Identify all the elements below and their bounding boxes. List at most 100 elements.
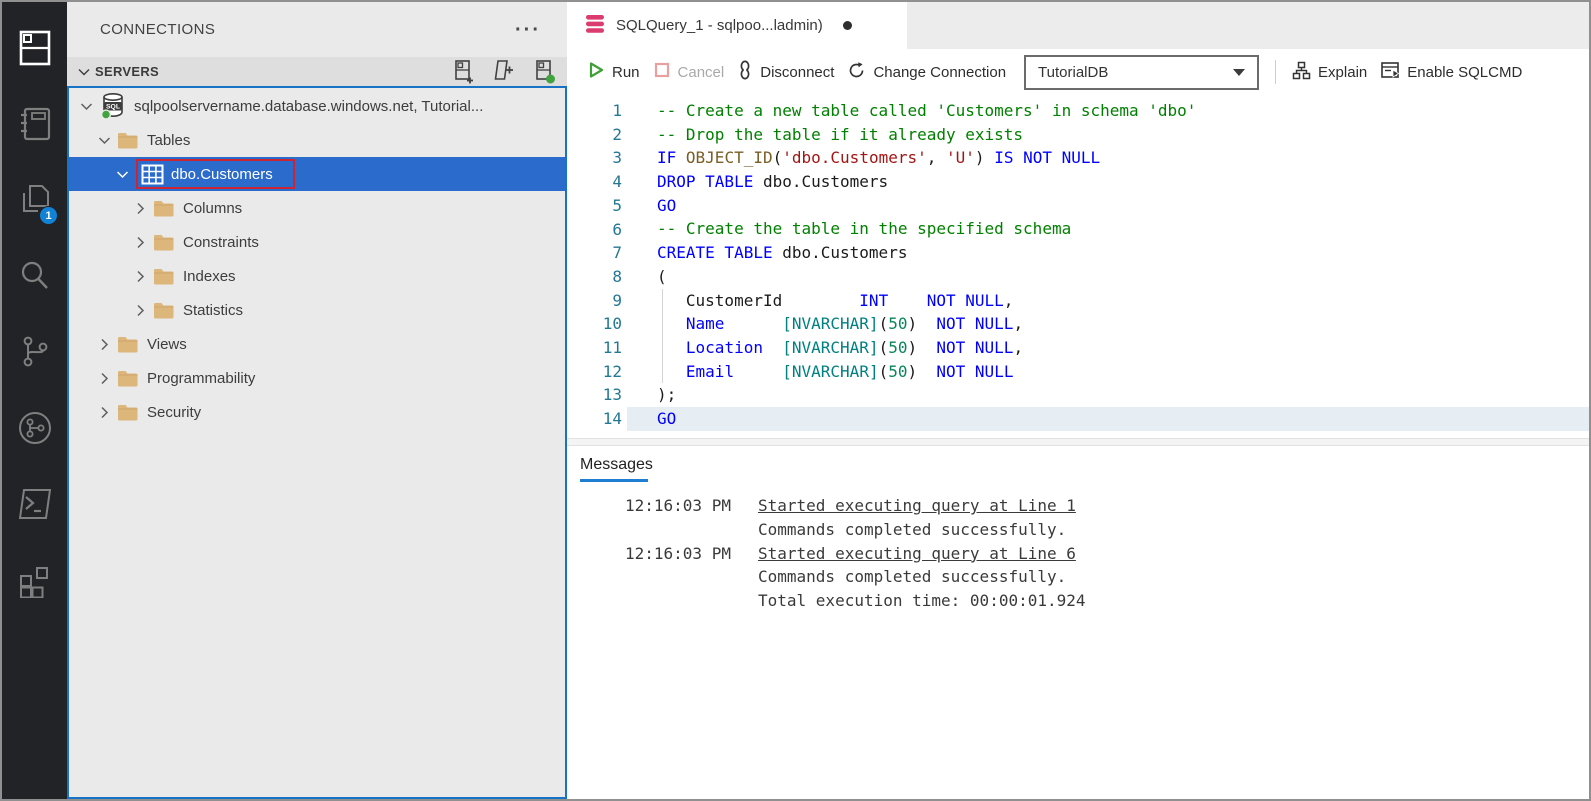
activity-item-notebooks[interactable] bbox=[2, 88, 67, 164]
tree-item-programmability[interactable]: Programmability bbox=[69, 361, 565, 395]
explain-button[interactable]: Explain bbox=[1292, 61, 1367, 84]
code-line-4[interactable]: DROP TABLE dbo.Customers bbox=[627, 170, 1589, 194]
new-connection-icon[interactable] bbox=[452, 59, 475, 84]
tree-item-indexes[interactable]: Indexes bbox=[69, 259, 565, 293]
code-line-1[interactable]: -- Create a new table called 'Customers'… bbox=[627, 99, 1589, 123]
code-line-11[interactable]: Location [NVARCHAR](50) NOT NULL, bbox=[627, 336, 1589, 360]
token-type: [NVARCHAR] bbox=[782, 361, 879, 381]
chevron-right-icon[interactable] bbox=[131, 235, 150, 250]
sql-file-icon bbox=[584, 14, 606, 38]
disconnect-button[interactable]: Disconnect bbox=[737, 60, 834, 84]
chevron-right-icon[interactable] bbox=[131, 201, 150, 216]
tree-item-statistics[interactable]: Statistics bbox=[69, 293, 565, 327]
show-active-connections-icon[interactable] bbox=[533, 59, 556, 84]
tree-item-sqlpoolservername-database-windows-net-t[interactable]: SQL sqlpoolservername.database.windows.ne… bbox=[69, 89, 565, 123]
tab-messages[interactable]: Messages bbox=[580, 456, 653, 474]
code-line-7[interactable]: CREATE TABLE dbo.Customers bbox=[627, 241, 1589, 265]
message-row: Total execution time: 00:00:01.924 bbox=[625, 589, 1589, 613]
tree-item-columns[interactable]: Columns bbox=[69, 191, 565, 225]
token-plain: ) bbox=[974, 148, 995, 168]
highlight-box: dbo.Customers bbox=[136, 159, 295, 189]
tree-item-views[interactable]: Views bbox=[69, 327, 565, 361]
message-row: 12:16:03 PM Started executing query at Li… bbox=[625, 494, 1589, 518]
activity-item-search[interactable] bbox=[2, 240, 67, 316]
token-plain: ); bbox=[657, 385, 677, 405]
enable-sqlcmd-button[interactable]: Enable SQLCMD bbox=[1380, 61, 1522, 84]
tab-sqlquery-1[interactable]: SQLQuery_1 - sqlpoo...ladmin) bbox=[567, 2, 907, 49]
chevron-down-icon[interactable] bbox=[75, 65, 93, 79]
chevron-down-icon[interactable] bbox=[77, 99, 96, 114]
line-number: 13 bbox=[602, 385, 622, 405]
tree-item-label: Security bbox=[147, 403, 202, 421]
line-number: 5 bbox=[612, 195, 622, 215]
token-str: 'U' bbox=[946, 148, 975, 168]
change-connection-button[interactable]: Change Connection bbox=[847, 61, 1006, 84]
disconnect-icon bbox=[737, 60, 753, 84]
tree-item-constraints[interactable]: Constraints bbox=[69, 225, 565, 259]
activity-item-azure[interactable] bbox=[2, 392, 67, 468]
chevron-right-icon[interactable] bbox=[131, 303, 150, 318]
line-number: 2 bbox=[612, 124, 622, 144]
cancel-button[interactable]: Cancel bbox=[653, 61, 724, 83]
code-line-3[interactable]: IF OBJECT_ID('dbo.Customers', 'U') IS NO… bbox=[627, 146, 1589, 170]
token-kw: IF bbox=[657, 148, 677, 168]
line-number: 11 bbox=[602, 338, 622, 358]
message-link[interactable]: Started executing query at Line 6 bbox=[758, 544, 1076, 563]
results-splitter[interactable] bbox=[567, 438, 1589, 446]
chevron-down-icon[interactable] bbox=[113, 167, 132, 182]
chevron-down-icon[interactable] bbox=[95, 133, 114, 148]
message-timestamp: 12:16:03 PM bbox=[625, 543, 731, 563]
unsaved-dot-icon[interactable] bbox=[842, 21, 852, 30]
code-line-14[interactable]: GO bbox=[627, 406, 1589, 431]
chevron-right-icon[interactable] bbox=[95, 405, 114, 420]
activity-item-explorer[interactable]: 1 bbox=[2, 164, 67, 240]
token-str: 'dbo.Customers' bbox=[782, 148, 927, 168]
activity-item-connections[interactable] bbox=[2, 12, 67, 88]
tree-item-dbo-customers[interactable]: dbo.Customers bbox=[69, 157, 565, 191]
folder-icon bbox=[153, 233, 175, 251]
tree-item-security[interactable]: Security bbox=[69, 395, 565, 429]
line-number: 12 bbox=[602, 361, 622, 381]
token-plain: ( bbox=[657, 266, 667, 286]
code-line-13[interactable]: ); bbox=[627, 383, 1589, 407]
code-line-12[interactable]: Email [NVARCHAR](50) NOT NULL bbox=[627, 360, 1589, 384]
more-actions-button[interactable]: ··· bbox=[515, 20, 541, 40]
chevron-right-icon[interactable] bbox=[95, 371, 114, 386]
token-plain: , bbox=[926, 148, 947, 168]
line-number: 1 bbox=[612, 101, 622, 120]
run-button[interactable]: Run bbox=[587, 61, 640, 83]
code-line-6[interactable]: -- Create the table in the specified sch… bbox=[627, 217, 1589, 241]
code-line-5[interactable]: GO bbox=[627, 194, 1589, 218]
tree-item-label: Programmability bbox=[147, 369, 256, 387]
tree-item-label: Indexes bbox=[183, 267, 236, 285]
new-server-group-icon[interactable] bbox=[492, 59, 516, 84]
folder-icon bbox=[117, 335, 139, 353]
servers-section-header[interactable]: SERVERS bbox=[67, 57, 567, 86]
code-editor[interactable]: 1 2 3 4 5 6 7 8 9 10 11 12 13 14 -- Create a new tabl… bbox=[567, 95, 1589, 438]
token-comment: -- Drop the table if it already exists bbox=[657, 124, 1024, 144]
token-type: [NVARCHAR] bbox=[782, 337, 879, 357]
activity-bar: 1 bbox=[2, 2, 67, 799]
code-line-8[interactable]: ( bbox=[627, 265, 1589, 289]
chevron-right-icon[interactable] bbox=[95, 337, 114, 352]
database-dropdown[interactable]: TutorialDB bbox=[1024, 54, 1260, 90]
activity-item-terminal[interactable] bbox=[2, 468, 67, 544]
folder-icon bbox=[153, 301, 175, 319]
code-line-9[interactable]: CustomerId INT NOT NULL, bbox=[627, 289, 1589, 313]
token-kw: NOT NULL bbox=[936, 361, 1014, 381]
line-number: 8 bbox=[612, 266, 622, 286]
chevron-right-icon[interactable] bbox=[131, 269, 150, 284]
activity-item-source-control[interactable] bbox=[2, 316, 67, 392]
code-line-2[interactable]: -- Drop the table if it already exists bbox=[627, 123, 1589, 147]
change-connection-icon bbox=[847, 61, 866, 84]
messages-tab-underline bbox=[580, 479, 648, 482]
message-link[interactable]: Started executing query at Line 1 bbox=[758, 496, 1076, 515]
code-lines[interactable]: -- Create a new table called 'Customers'… bbox=[627, 95, 1589, 438]
token-kw: IS NOT NULL bbox=[994, 148, 1101, 168]
tree-item-tables[interactable]: Tables bbox=[69, 123, 565, 157]
activity-item-extensions[interactable] bbox=[2, 544, 67, 620]
token-plain: ( bbox=[878, 314, 889, 334]
indent-guide bbox=[662, 288, 663, 384]
code-line-10[interactable]: Name [NVARCHAR](50) NOT NULL, bbox=[627, 312, 1589, 336]
